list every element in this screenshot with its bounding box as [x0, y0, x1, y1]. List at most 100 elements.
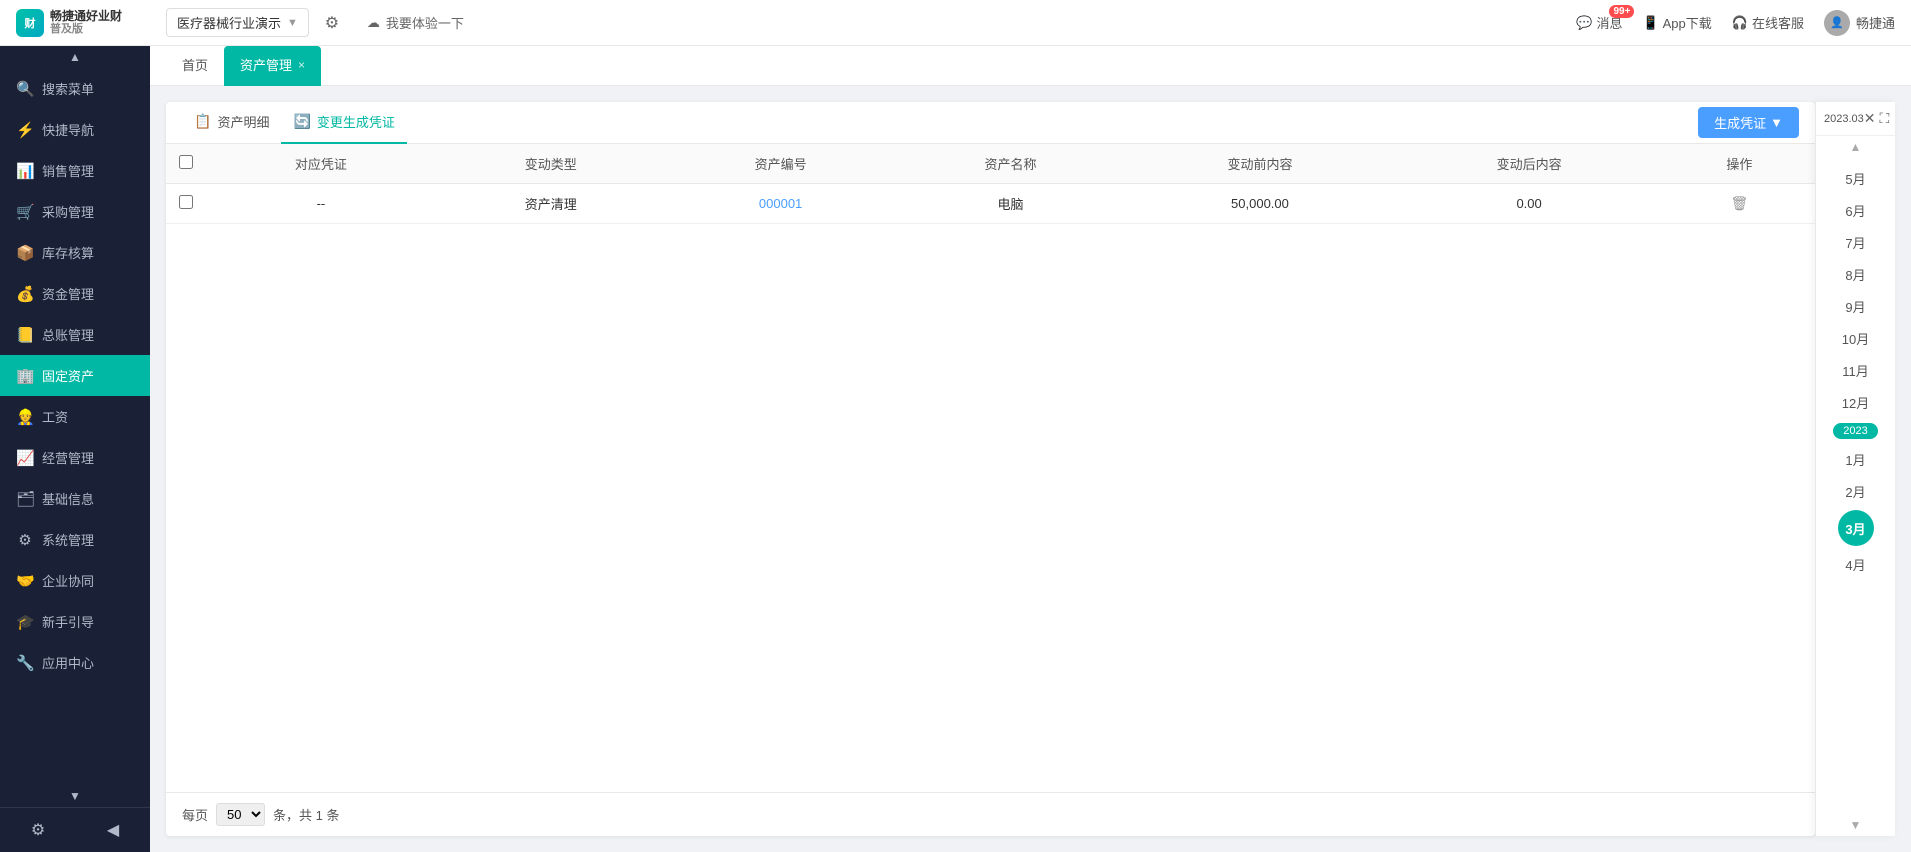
date-month-2[interactable]: 2月 [1822, 476, 1889, 507]
sidebar-item-fixed-assets[interactable]: 🏢 固定资产 [0, 355, 150, 396]
sidebar-scroll-up[interactable]: ▲ [0, 46, 150, 68]
quicknav-icon: ⚡ [16, 121, 34, 139]
row-checkbox[interactable] [179, 195, 193, 209]
experience-label: 我要体验一下 [386, 13, 464, 32]
sidebar-item-enterprise[interactable]: 🤝 企业协同 [0, 560, 150, 601]
date-month-5[interactable]: 5月 [1822, 163, 1889, 194]
change-voucher-icon: 🔄 [293, 113, 310, 130]
date-panel: 2023.03 ✕ ⛶ ▲ 5月 6月 7月 8月 9月 10月 11月 [1815, 102, 1895, 836]
per-page-select[interactable]: 50 [216, 803, 265, 826]
date-month-9[interactable]: 9月 [1822, 291, 1889, 322]
header-asset-name: 资产名称 [896, 144, 1126, 184]
sub-tab-asset-details[interactable]: 📋 资产明细 [182, 102, 281, 144]
row-checkbox-cell [166, 184, 206, 224]
experience-button[interactable]: ☁ 我要体验一下 [355, 9, 476, 36]
sidebar-item-search[interactable]: 🔍 搜索菜单 [0, 68, 150, 109]
sidebar-item-label: 搜索菜单 [42, 79, 94, 98]
sub-tab-change-voucher-label: 变更生成凭证 [317, 112, 395, 131]
sidebar-item-basic-info[interactable]: 🗂 基础信息 [0, 478, 150, 519]
system-icon: ⚙ [16, 531, 34, 549]
per-page-label: 每页 [182, 805, 208, 824]
date-list: 5月 6月 7月 8月 9月 10月 11月 12月 2023 1月 2月 [1816, 158, 1895, 814]
sidebar-footer: ⚙ ◀ [0, 807, 150, 852]
date-month-12[interactable]: 12月 [1822, 387, 1889, 418]
sidebar-item-purchase[interactable]: 🛒 采购管理 [0, 191, 150, 232]
table-header: 对应凭证 变动类型 资产编号 资产名称 变动前内容 变动后内容 操作 [166, 144, 1815, 184]
date-month-6[interactable]: 6月 [1822, 195, 1889, 226]
generate-dropdown-icon: ▼ [1770, 115, 1783, 130]
date-month-11[interactable]: 11月 [1822, 355, 1889, 386]
table-row: -- 资产清理 000001 电脑 50,000.00 0.00 🗑 [166, 184, 1815, 224]
date-month-4[interactable]: 4月 [1822, 549, 1889, 580]
date-scroll-down-button[interactable]: ▼ [1816, 814, 1895, 836]
date-panel-header: 2023.03 ✕ ⛶ [1816, 102, 1895, 136]
year-badge-2023[interactable]: 2023 [1833, 423, 1877, 439]
avatar: 👤 [1824, 10, 1850, 36]
messages-button[interactable]: 💬 消息 99+ [1576, 13, 1622, 32]
date-panel-title: 2023.03 [1824, 113, 1864, 125]
cell-change-type: 资产清理 [436, 184, 666, 224]
date-month-7[interactable]: 7月 [1822, 227, 1889, 258]
company-name: 医疗器械行业演示 [177, 13, 281, 32]
tab-asset-management[interactable]: 资产管理 × [224, 46, 321, 86]
payroll-icon: 👷 [16, 408, 34, 426]
sidebar-item-label: 快捷导航 [42, 120, 94, 139]
sales-icon: 📊 [16, 162, 34, 180]
settings-button[interactable]: ⚙ [317, 8, 347, 38]
sidebar-item-label: 销售管理 [42, 161, 94, 180]
delete-button[interactable]: 🗑 [1730, 195, 1748, 211]
sidebar-item-guide[interactable]: 🎓 新手引导 [0, 601, 150, 642]
tab-home[interactable]: 首页 [166, 46, 224, 86]
cell-asset-name: 电脑 [896, 184, 1126, 224]
date-month-8[interactable]: 8月 [1822, 259, 1889, 290]
generate-voucher-button[interactable]: 生成凭证 ▼ [1698, 107, 1799, 138]
sidebar-item-finance[interactable]: 💰 资金管理 [0, 273, 150, 314]
sidebar-item-quicknav[interactable]: ⚡ 快捷导航 [0, 109, 150, 150]
table-body: -- 资产清理 000001 电脑 50,000.00 0.00 🗑 [166, 184, 1815, 224]
year-badge-row: 2023 [1816, 419, 1895, 443]
sidebar-item-label: 企业协同 [42, 571, 94, 590]
sidebar-item-app-center[interactable]: 🔧 应用中心 [0, 642, 150, 683]
sidebar-item-ledger[interactable]: 📒 总账管理 [0, 314, 150, 355]
sidebar-item-payroll[interactable]: 👷 工资 [0, 396, 150, 437]
sidebar-item-label: 采购管理 [42, 202, 94, 221]
sidebar-settings-button[interactable]: ⚙ [27, 816, 49, 844]
sidebar-item-label: 资金管理 [42, 284, 94, 303]
date-panel-expand-button[interactable]: ⛶ [1880, 110, 1890, 127]
sidebar: ▲ 🔍 搜索菜单 ⚡ 快捷导航 📊 销售管理 🛒 采购管理 📦 库存核算 [0, 46, 150, 852]
asset-code-link[interactable]: 000001 [759, 196, 802, 211]
sidebar-item-system[interactable]: ⚙ 系统管理 [0, 519, 150, 560]
finance-icon: 💰 [16, 285, 34, 303]
date-month-3-current[interactable]: 3月 [1838, 510, 1874, 546]
header-action: 操作 [1664, 144, 1815, 184]
tab-close-button[interactable]: × [298, 58, 305, 72]
sidebar-item-operations[interactable]: 📈 经营管理 [0, 437, 150, 478]
fixed-assets-icon: 🏢 [16, 367, 34, 385]
date-scroll-up-button[interactable]: ▲ [1816, 136, 1895, 158]
generate-voucher-label: 生成凭证 [1714, 113, 1766, 132]
asset-details-icon: 📋 [194, 113, 211, 130]
header-asset-code: 资产编号 [666, 144, 896, 184]
sidebar-item-label: 基础信息 [42, 489, 94, 508]
table-panel: 📋 资产明细 🔄 变更生成凭证 生成凭证 ▼ [166, 102, 1815, 836]
app-download-button[interactable]: 📱 App下载 [1642, 13, 1711, 32]
customer-service-icon: 🎧 [1732, 15, 1748, 31]
sidebar-item-label: 应用中心 [42, 653, 94, 672]
sub-tabs: 📋 资产明细 🔄 变更生成凭证 生成凭证 ▼ [166, 102, 1815, 144]
customer-service-button[interactable]: 🎧 在线客服 [1732, 13, 1804, 32]
sidebar-item-inventory[interactable]: 📦 库存核算 [0, 232, 150, 273]
sidebar-scroll-down[interactable]: ▼ [0, 785, 150, 807]
cell-after-change: 0.00 [1395, 184, 1664, 224]
header-right: 💬 消息 99+ 📱 App下载 🎧 在线客服 👤 畅捷通 [1576, 10, 1895, 36]
date-panel-close-button[interactable]: ✕ [1864, 110, 1876, 127]
select-all-checkbox[interactable] [179, 155, 193, 169]
date-month-1[interactable]: 1月 [1822, 444, 1889, 475]
app-download-label: App下载 [1663, 13, 1712, 32]
sidebar-item-sales[interactable]: 📊 销售管理 [0, 150, 150, 191]
sidebar-collapse-button[interactable]: ◀ [103, 816, 123, 844]
company-selector[interactable]: 医疗器械行业演示 ▼ [166, 8, 309, 37]
date-month-10[interactable]: 10月 [1822, 323, 1889, 354]
sub-tab-change-voucher[interactable]: 🔄 变更生成凭证 [281, 102, 406, 144]
sidebar-menu: 🔍 搜索菜单 ⚡ 快捷导航 📊 销售管理 🛒 采购管理 📦 库存核算 💰 [0, 68, 150, 785]
user-profile-button[interactable]: 👤 畅捷通 [1824, 10, 1895, 36]
